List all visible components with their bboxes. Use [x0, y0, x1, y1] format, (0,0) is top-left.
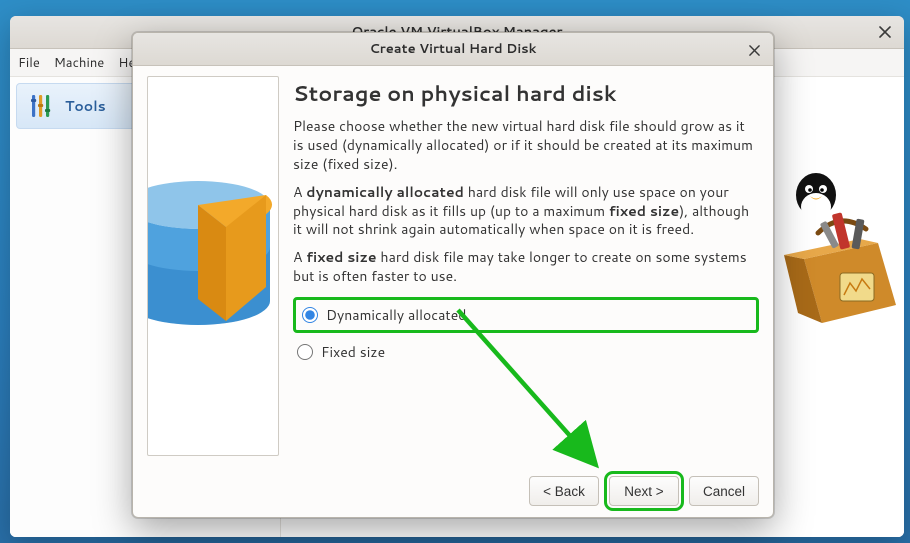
sidebar-item-label: Tools	[65, 96, 106, 116]
tools-icon	[27, 92, 55, 120]
radio-option-dynamic[interactable]: Dynamically allocated	[298, 302, 470, 328]
menu-file[interactable]: File	[18, 54, 40, 72]
dialog-content: Storage on physical hard disk Please cho…	[293, 76, 759, 456]
parent-close-button[interactable]	[874, 21, 896, 43]
radio-option-fixed[interactable]: Fixed size	[293, 339, 759, 365]
dialog-paragraph-3: A fixed size hard disk file may take lon…	[293, 248, 759, 286]
storage-type-radio-group: Dynamically allocated Fixed size	[293, 297, 759, 365]
text-bold: fixed size	[306, 247, 376, 267]
annotation-highlight-dynamic: Dynamically allocated	[293, 297, 759, 333]
close-icon	[749, 45, 760, 56]
dialog-title: Create Virtual Hard Disk	[133, 40, 773, 58]
cancel-button[interactable]: Cancel	[689, 476, 759, 506]
dialog-paragraph-1: Please choose whether the new virtual ha…	[293, 117, 759, 174]
wizard-side-image	[147, 76, 279, 456]
text-fragment: A	[293, 247, 306, 267]
create-virtual-hard-disk-dialog: Create Virtual Hard Disk Storage on phys…	[132, 32, 774, 518]
text-bold: fixed size	[609, 201, 679, 221]
dialog-body: Storage on physical hard disk Please cho…	[133, 66, 773, 468]
toolbox-illustration	[770, 163, 900, 338]
dialog-footer: < Back Next > Cancel	[133, 468, 773, 517]
back-button[interactable]: < Back	[529, 476, 599, 506]
dialog-titlebar: Create Virtual Hard Disk	[133, 33, 773, 66]
next-button[interactable]: Next >	[609, 476, 679, 506]
close-icon	[879, 26, 891, 38]
dialog-paragraph-2: A dynamically allocated hard disk file w…	[293, 183, 759, 240]
text-bold: dynamically allocated	[306, 182, 464, 202]
radio-dynamic-input[interactable]	[302, 307, 318, 323]
annotation-highlight-next: Next >	[609, 476, 679, 506]
radio-fixed-label: Fixed size	[321, 342, 385, 362]
dialog-heading: Storage on physical hard disk	[293, 78, 759, 108]
menu-machine[interactable]: Machine	[54, 54, 104, 72]
dialog-close-button[interactable]	[743, 39, 765, 61]
text-fragment: A	[293, 182, 306, 202]
radio-fixed-input[interactable]	[297, 344, 313, 360]
radio-dynamic-label: Dynamically allocated	[326, 305, 466, 325]
